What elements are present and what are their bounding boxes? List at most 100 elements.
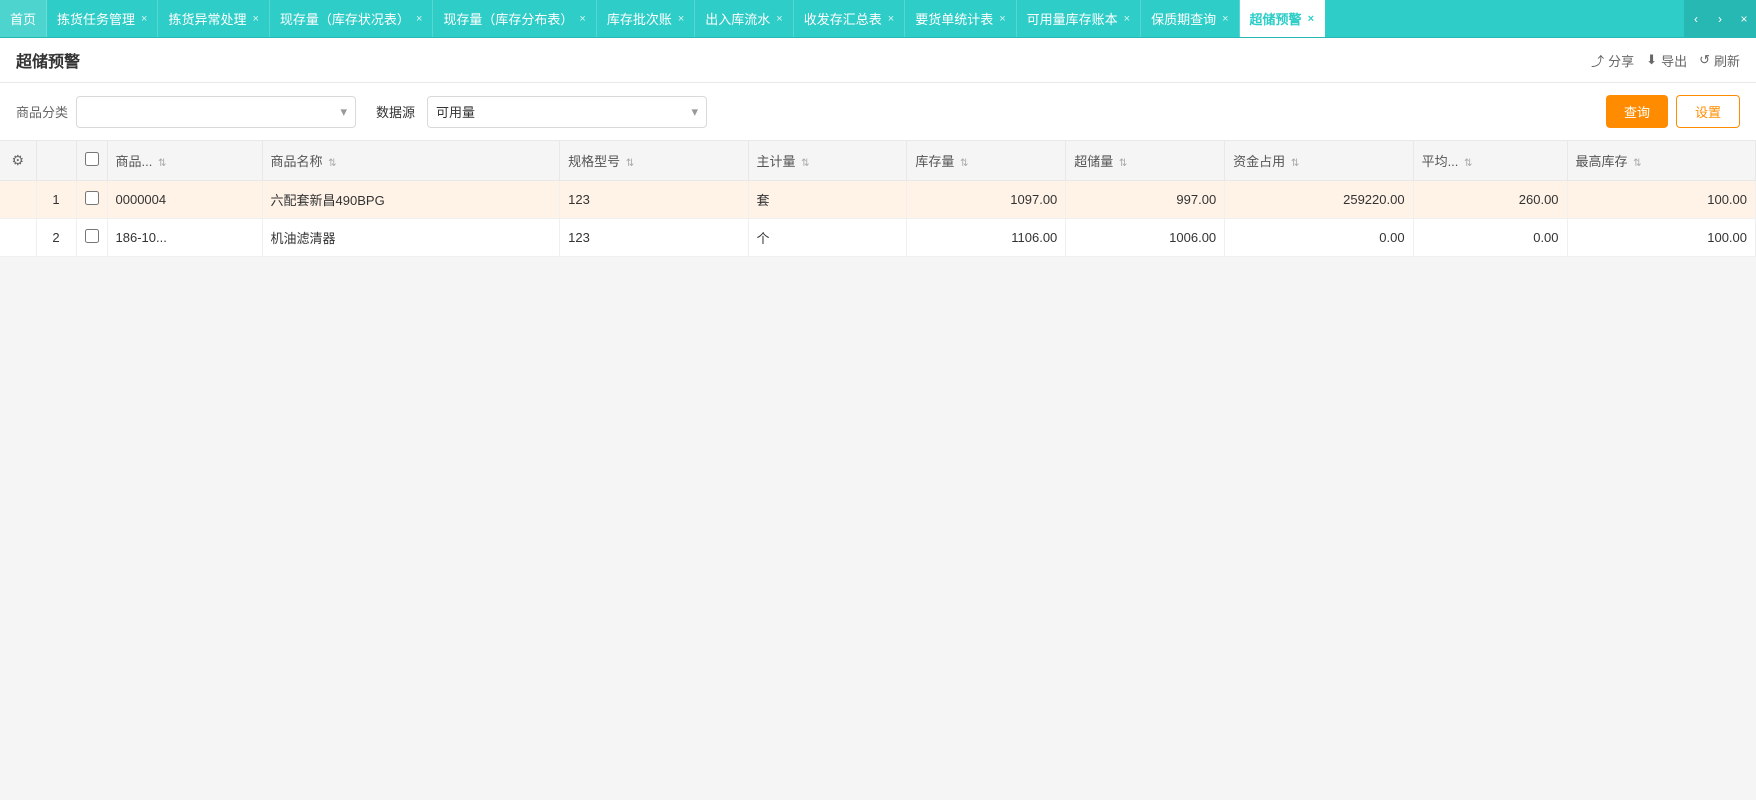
nav-overstock-close[interactable]: × bbox=[1308, 13, 1314, 25]
nav-available-stock-close[interactable]: × bbox=[1124, 13, 1130, 25]
nav-exception-label: 拣货异常处理 bbox=[168, 9, 246, 28]
td-spec-0: 123 bbox=[560, 181, 748, 219]
th-avg-label: 平均... bbox=[1422, 154, 1459, 169]
nav-batch-account[interactable]: 库存批次账 × bbox=[597, 0, 695, 37]
th-stock[interactable]: 库存量 ⇅ bbox=[907, 141, 1066, 181]
td-overstock-0: 997.00 bbox=[1066, 181, 1225, 219]
td-checkbox-0[interactable] bbox=[76, 181, 107, 219]
nav-task-mgmt[interactable]: 拣货任务管理 × bbox=[47, 0, 158, 37]
th-capital-label: 资金占用 bbox=[1233, 154, 1285, 169]
nav-task-mgmt-label: 拣货任务管理 bbox=[57, 9, 135, 28]
nav-stock-dist-close[interactable]: × bbox=[579, 13, 585, 25]
td-avg-0: 260.00 bbox=[1413, 181, 1567, 219]
nav-expiry[interactable]: 保质期查询 × bbox=[1141, 0, 1239, 37]
td-unit-1: 个 bbox=[748, 219, 907, 257]
th-overstock-label: 超储量 bbox=[1074, 154, 1113, 169]
td-capital-0: 259220.00 bbox=[1225, 181, 1413, 219]
nav-inout-flow-label: 出入库流水 bbox=[705, 9, 770, 28]
nav-close-all-btn[interactable]: × bbox=[1732, 0, 1756, 38]
th-unit[interactable]: 主计量 ⇅ bbox=[748, 141, 907, 181]
td-capital-1: 0.00 bbox=[1225, 219, 1413, 257]
top-nav: 首页 拣货任务管理 × 拣货异常处理 × 现存量（库存状况表） × 现存量（库存… bbox=[0, 0, 1756, 38]
sort-code-icon: ⇅ bbox=[158, 158, 166, 169]
th-name-label: 商品名称 bbox=[271, 154, 323, 169]
table-header-row: ⚙ 商品... ⇅ 商品名称 ⇅ 规格型号 ⇅ bbox=[0, 141, 1756, 181]
sort-avg-icon: ⇅ bbox=[1464, 158, 1472, 169]
th-capital[interactable]: 资金占用 ⇅ bbox=[1225, 141, 1413, 181]
nav-home-label: 首页 bbox=[10, 9, 36, 28]
nav-overstock-label: 超储预警 bbox=[1250, 9, 1302, 28]
th-name[interactable]: 商品名称 ⇅ bbox=[262, 141, 560, 181]
td-code-0: 0000004 bbox=[107, 181, 262, 219]
nav-home[interactable]: 首页 bbox=[0, 0, 47, 37]
nav-stock-status-label: 现存量（库存状况表） bbox=[280, 9, 410, 28]
nav-inout-flow[interactable]: 出入库流水 × bbox=[695, 0, 793, 37]
table-row: 1 0000004 六配套新昌490BPG 123 套 1097.00 997.… bbox=[0, 181, 1756, 219]
nav-expiry-close[interactable]: × bbox=[1222, 13, 1228, 25]
share-icon: ⤴ bbox=[1591, 51, 1604, 70]
td-avg-1: 0.00 bbox=[1413, 219, 1567, 257]
query-button[interactable]: 查询 bbox=[1606, 95, 1668, 128]
table-settings-icon[interactable]: ⚙ bbox=[11, 152, 24, 168]
nav-order-stats-label: 要货单统计表 bbox=[915, 9, 993, 28]
nav-stock-dist[interactable]: 现存量（库存分布表） × bbox=[433, 0, 596, 37]
th-avg[interactable]: 平均... ⇅ bbox=[1413, 141, 1567, 181]
td-overstock-1: 1006.00 bbox=[1066, 219, 1225, 257]
page-title: 超储预警 bbox=[16, 48, 80, 72]
nav-task-mgmt-close[interactable]: × bbox=[141, 13, 147, 25]
table-container: ⚙ 商品... ⇅ 商品名称 ⇅ 规格型号 ⇅ bbox=[0, 141, 1756, 257]
row-checkbox-1[interactable] bbox=[85, 229, 99, 243]
settings-button[interactable]: 设置 bbox=[1676, 95, 1740, 128]
nav-stock-status[interactable]: 现存量（库存状况表） × bbox=[270, 0, 433, 37]
th-maxstock[interactable]: 最高库存 ⇅ bbox=[1567, 141, 1755, 181]
nav-prev-btn[interactable]: ‹ bbox=[1684, 0, 1708, 38]
nav-summary[interactable]: 收发存汇总表 × bbox=[794, 0, 905, 37]
nav-available-stock[interactable]: 可用量库存账本 × bbox=[1017, 0, 1141, 37]
nav-summary-label: 收发存汇总表 bbox=[804, 9, 882, 28]
th-index bbox=[36, 141, 76, 181]
row-checkbox-0[interactable] bbox=[85, 191, 99, 205]
category-select[interactable]: ▾ bbox=[76, 96, 356, 128]
nav-next-btn[interactable]: › bbox=[1708, 0, 1732, 38]
nav-inout-flow-close[interactable]: × bbox=[776, 13, 782, 25]
td-name-0: 六配套新昌490BPG bbox=[262, 181, 560, 219]
page-header: 超储预警 ⤴ 分享 ⬇ 导出 ↺ 刷新 bbox=[0, 38, 1756, 83]
datasource-filter: 数据源 可用量 ▾ bbox=[376, 96, 707, 128]
nav-stock-status-close[interactable]: × bbox=[416, 13, 422, 25]
td-checkbox-1[interactable] bbox=[76, 219, 107, 257]
category-select-arrow: ▾ bbox=[340, 104, 347, 120]
category-label: 商品分类 bbox=[16, 102, 68, 121]
sort-unit-icon: ⇅ bbox=[801, 158, 809, 169]
select-all-checkbox[interactable] bbox=[85, 152, 99, 166]
category-filter: 商品分类 ▾ bbox=[16, 96, 356, 128]
nav-stock-dist-label: 现存量（库存分布表） bbox=[443, 9, 573, 28]
nav-order-stats-close[interactable]: × bbox=[999, 13, 1005, 25]
header-actions: ⤴ 分享 ⬇ 导出 ↺ 刷新 bbox=[1591, 51, 1740, 70]
nav-overstock[interactable]: 超储预警 × bbox=[1240, 0, 1325, 37]
sort-name-icon: ⇅ bbox=[328, 158, 336, 169]
th-spec[interactable]: 规格型号 ⇅ bbox=[560, 141, 748, 181]
td-stock-0: 1097.00 bbox=[907, 181, 1066, 219]
th-code[interactable]: 商品... ⇅ bbox=[107, 141, 262, 181]
filter-actions: 查询 设置 bbox=[1606, 95, 1740, 128]
nav-arrows: ‹ › × bbox=[1684, 0, 1756, 38]
td-maxstock-0: 100.00 bbox=[1567, 181, 1755, 219]
share-button[interactable]: ⤴ 分享 bbox=[1591, 51, 1634, 70]
th-overstock[interactable]: 超储量 ⇅ bbox=[1066, 141, 1225, 181]
export-icon: ⬇ bbox=[1646, 52, 1657, 68]
th-checkbox[interactable] bbox=[76, 141, 107, 181]
th-unit-label: 主计量 bbox=[757, 154, 796, 169]
td-spec-1: 123 bbox=[560, 219, 748, 257]
nav-batch-account-close[interactable]: × bbox=[678, 13, 684, 25]
export-button[interactable]: ⬇ 导出 bbox=[1646, 51, 1687, 70]
sort-maxstock-icon: ⇅ bbox=[1633, 158, 1641, 169]
refresh-button[interactable]: ↺ 刷新 bbox=[1699, 51, 1740, 70]
nav-order-stats[interactable]: 要货单统计表 × bbox=[905, 0, 1016, 37]
nav-exception[interactable]: 拣货异常处理 × bbox=[158, 0, 269, 37]
th-settings[interactable]: ⚙ bbox=[0, 141, 36, 181]
nav-batch-account-label: 库存批次账 bbox=[607, 9, 672, 28]
nav-exception-close[interactable]: × bbox=[252, 13, 258, 25]
nav-expiry-label: 保质期查询 bbox=[1151, 9, 1216, 28]
nav-summary-close[interactable]: × bbox=[888, 13, 894, 25]
datasource-select[interactable]: 可用量 ▾ bbox=[427, 96, 707, 128]
